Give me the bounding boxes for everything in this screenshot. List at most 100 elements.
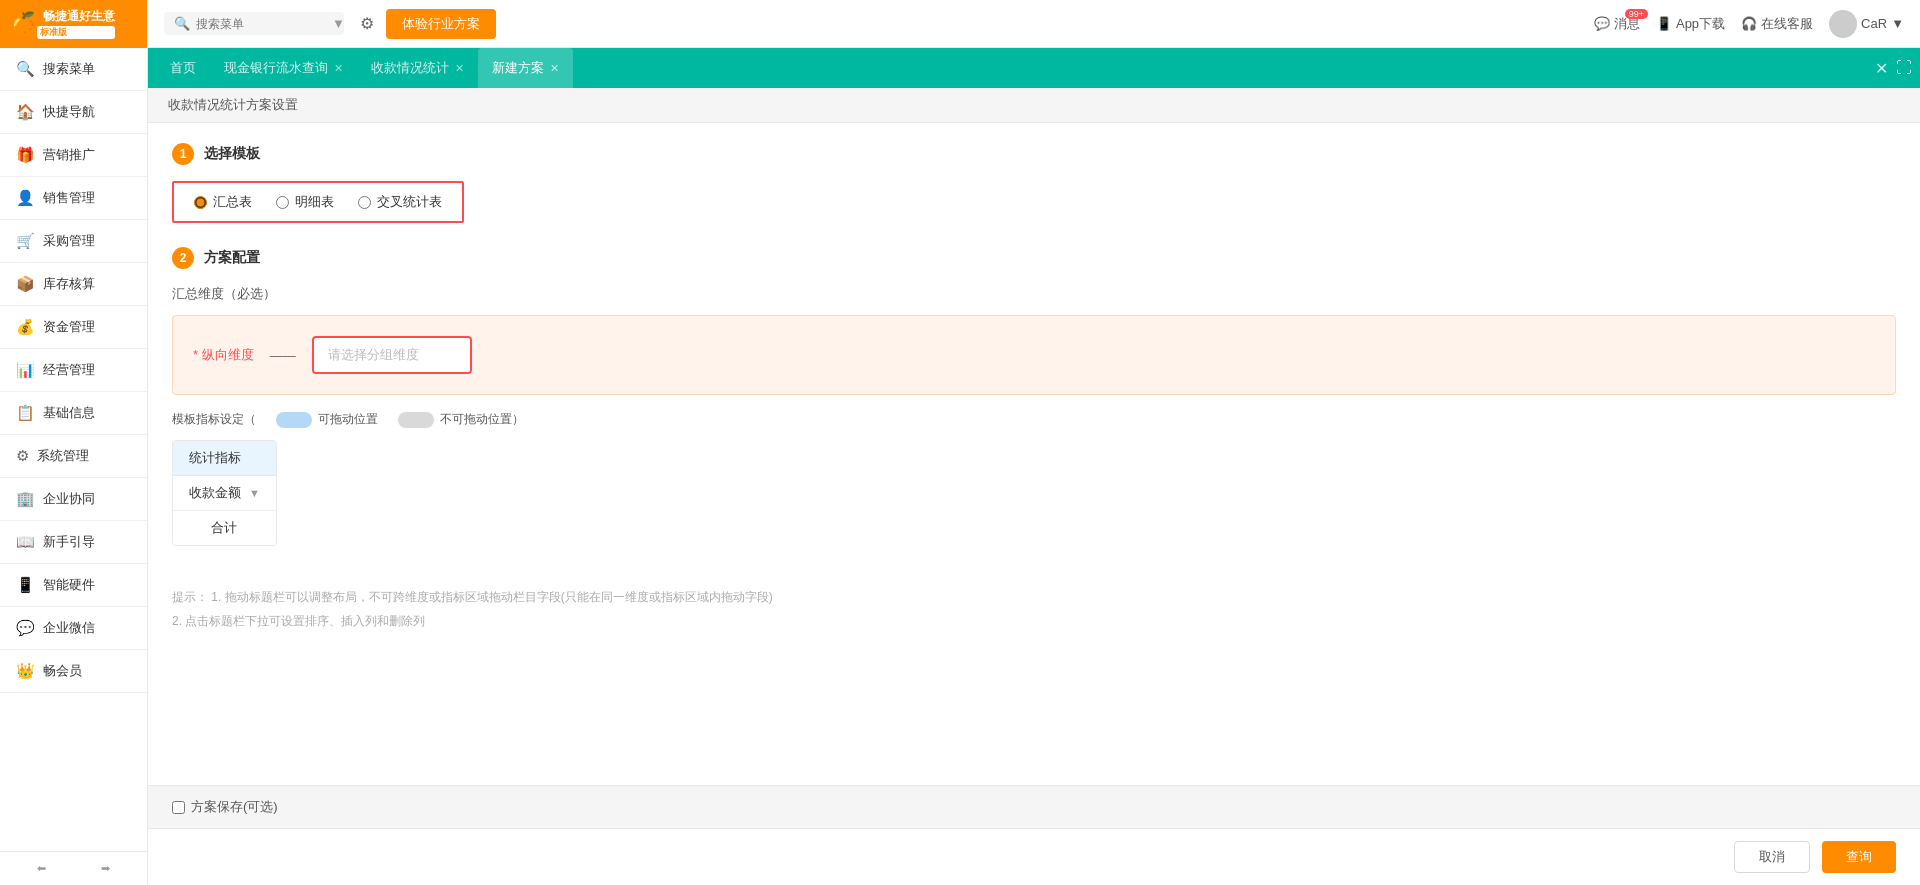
- marketing-icon: 🎁: [16, 146, 35, 164]
- dimension-area: * 纵向维度 —— 请选择分组维度: [172, 315, 1896, 395]
- sidebar-item-sales[interactable]: 👤 销售管理: [0, 177, 147, 220]
- sidebar-item-wechat[interactable]: 💬 企业微信: [0, 607, 147, 650]
- finance-icon: 💰: [16, 318, 35, 336]
- main-area: 🔍 ▼ ⚙ 体验行业方案 💬 消息 99+ 📱 App下载 🎧 在线客服 CaR: [148, 0, 1920, 885]
- basic-info-icon: 📋: [16, 404, 35, 422]
- hint-draggable: 可拖动位置: [276, 411, 378, 428]
- sidebar-bottom-left[interactable]: ⬅: [37, 862, 46, 875]
- dimension-select[interactable]: 请选择分组维度: [312, 336, 472, 374]
- step1-section: 1 选择模板 汇总表 明细表 交叉统计表: [172, 143, 1896, 223]
- cancel-button[interactable]: 取消: [1734, 841, 1810, 873]
- arrow: ——: [270, 348, 296, 363]
- tab-collection-stat-close[interactable]: ✕: [455, 62, 464, 75]
- dropdown-icon: ▼: [332, 16, 345, 31]
- sidebar-item-search-menu[interactable]: 🔍 搜索菜单: [0, 48, 147, 91]
- system-icon: ⚙: [16, 447, 29, 465]
- template-option-summary[interactable]: 汇总表: [194, 193, 252, 211]
- sidebar-item-inventory[interactable]: 📦 库存核算: [0, 263, 147, 306]
- logo-text: 畅捷通好生意: [43, 9, 115, 23]
- vertical-label: * 纵向维度: [193, 346, 254, 364]
- hardware-icon: 📱: [16, 576, 35, 594]
- dimension-row: * 纵向维度 —— 请选择分组维度: [193, 336, 1875, 374]
- tips-section: 提示： 1. 拖动标题栏可以调整布局，不可跨维度或指标区域拖动栏目字段(只能在同…: [172, 585, 1896, 633]
- step2-header: 2 方案配置: [172, 247, 1896, 269]
- download-icon: 📱: [1656, 16, 1672, 31]
- sidebar-item-quick-nav[interactable]: 🏠 快捷导航: [0, 91, 147, 134]
- radio-cross[interactable]: [358, 196, 371, 209]
- tab-home[interactable]: 首页: [156, 48, 210, 88]
- search-menu-icon: 🔍: [16, 60, 35, 78]
- search-box[interactable]: 🔍 ▼: [164, 12, 344, 35]
- step2-title: 方案配置: [204, 249, 260, 267]
- radio-detail[interactable]: [276, 196, 289, 209]
- sidebar-item-basic-info[interactable]: 📋 基础信息: [0, 392, 147, 435]
- purchase-icon: 🛒: [16, 232, 35, 250]
- sidebar-item-finance[interactable]: 💰 资金管理: [0, 306, 147, 349]
- sidebar: 🍊 畅捷通好生意 标准版 🔍 搜索菜单 🏠 快捷导航 🎁 营销推广 👤 销售管理…: [0, 0, 148, 885]
- breadcrumb: 收款情况统计方案设置: [148, 88, 1920, 123]
- step2-section: 2 方案配置 汇总维度（必选） * 纵向维度 —— 请选择分组维度 模板指标设定…: [172, 247, 1896, 633]
- operations-icon: 📊: [16, 361, 35, 379]
- step1-title: 选择模板: [204, 145, 260, 163]
- save-section: 方案保存(可选): [148, 785, 1920, 828]
- search-input[interactable]: [196, 17, 326, 31]
- tip-1: 提示： 1. 拖动标题栏可以调整布局，不可跨维度或指标区域拖动栏目字段(只能在同…: [172, 585, 1896, 609]
- save-label[interactable]: 方案保存(可选): [172, 798, 278, 816]
- template-option-cross[interactable]: 交叉统计表: [358, 193, 442, 211]
- sidebar-item-operations[interactable]: 📊 经营管理: [0, 349, 147, 392]
- logo-icon: 🍊: [10, 11, 37, 37]
- sidebar-item-system[interactable]: ⚙ 系统管理: [0, 435, 147, 478]
- tab-new-plan-close[interactable]: ✕: [550, 62, 559, 75]
- tip-2: 2. 点击标题栏下拉可设置排序、插入列和删除列: [172, 609, 1896, 633]
- guide-icon: 📖: [16, 533, 35, 551]
- sales-icon: 👤: [16, 189, 35, 207]
- service-icon: 🎧: [1741, 16, 1757, 31]
- user-area[interactable]: CaR ▼: [1829, 10, 1904, 38]
- tab-close-all-icon[interactable]: ✕: [1875, 59, 1888, 78]
- sidebar-bottom-right[interactable]: ➡: [101, 862, 110, 875]
- template-option-detail[interactable]: 明细表: [276, 193, 334, 211]
- tab-expand-icon[interactable]: ⛶: [1896, 59, 1912, 77]
- sidebar-item-member[interactable]: 👑 畅会员: [0, 650, 147, 693]
- query-button[interactable]: 查询: [1822, 841, 1896, 873]
- tab-bank-flow[interactable]: 现金银行流水查询 ✕: [210, 48, 357, 88]
- app-download-button[interactable]: 📱 App下载: [1656, 15, 1725, 33]
- template-options: 汇总表 明细表 交叉统计表: [172, 181, 464, 223]
- trial-button[interactable]: 体验行业方案: [386, 9, 496, 39]
- tab-collection-stat[interactable]: 收款情况统计 ✕: [357, 48, 478, 88]
- step2-number: 2: [172, 247, 194, 269]
- sidebar-item-enterprise[interactable]: 🏢 企业协同: [0, 478, 147, 521]
- dimension-section-label: 汇总维度（必选）: [172, 285, 1896, 303]
- hint-box-blue: [276, 412, 312, 428]
- tab-bank-flow-close[interactable]: ✕: [334, 62, 343, 75]
- inventory-icon: 📦: [16, 275, 35, 293]
- form-content: 1 选择模板 汇总表 明细表 交叉统计表: [148, 123, 1920, 785]
- message-button[interactable]: 💬 消息 99+: [1594, 15, 1640, 33]
- gear-icon[interactable]: ⚙: [360, 14, 374, 33]
- save-checkbox[interactable]: [172, 801, 185, 814]
- avatar: [1829, 10, 1857, 38]
- metrics-subtotal: 合计: [173, 510, 276, 545]
- radio-summary[interactable]: [194, 196, 207, 209]
- metrics-table: 统计指标 收款金额 ▼ 合计: [172, 440, 277, 546]
- sidebar-item-purchase[interactable]: 🛒 采购管理: [0, 220, 147, 263]
- tabbar: 首页 现金银行流水查询 ✕ 收款情况统计 ✕ 新建方案 ✕ ✕ ⛶: [148, 48, 1920, 88]
- search-icon: 🔍: [174, 16, 190, 31]
- enterprise-icon: 🏢: [16, 490, 35, 508]
- topbar: 🔍 ▼ ⚙ 体验行业方案 💬 消息 99+ 📱 App下载 🎧 在线客服 CaR: [148, 0, 1920, 48]
- member-icon: 👑: [16, 662, 35, 680]
- logo: 🍊 畅捷通好生意 标准版: [0, 0, 147, 48]
- quick-nav-icon: 🏠: [16, 103, 35, 121]
- hint-box-gray: [398, 412, 434, 428]
- metrics-cell-amount[interactable]: 收款金额 ▼: [173, 476, 276, 510]
- tab-new-plan[interactable]: 新建方案 ✕: [478, 48, 573, 88]
- cell-chevron-icon: ▼: [249, 487, 260, 499]
- metrics-section-title: 统计指标: [173, 441, 276, 476]
- message-icon: 💬: [1594, 16, 1610, 31]
- online-service-button[interactable]: 🎧 在线客服: [1741, 15, 1813, 33]
- footer-bar: 取消 查询: [148, 828, 1920, 885]
- sidebar-item-marketing[interactable]: 🎁 营销推广: [0, 134, 147, 177]
- sidebar-item-guide[interactable]: 📖 新手引导: [0, 521, 147, 564]
- topbar-right: 💬 消息 99+ 📱 App下载 🎧 在线客服 CaR ▼: [1594, 10, 1904, 38]
- sidebar-item-hardware[interactable]: 📱 智能硬件: [0, 564, 147, 607]
